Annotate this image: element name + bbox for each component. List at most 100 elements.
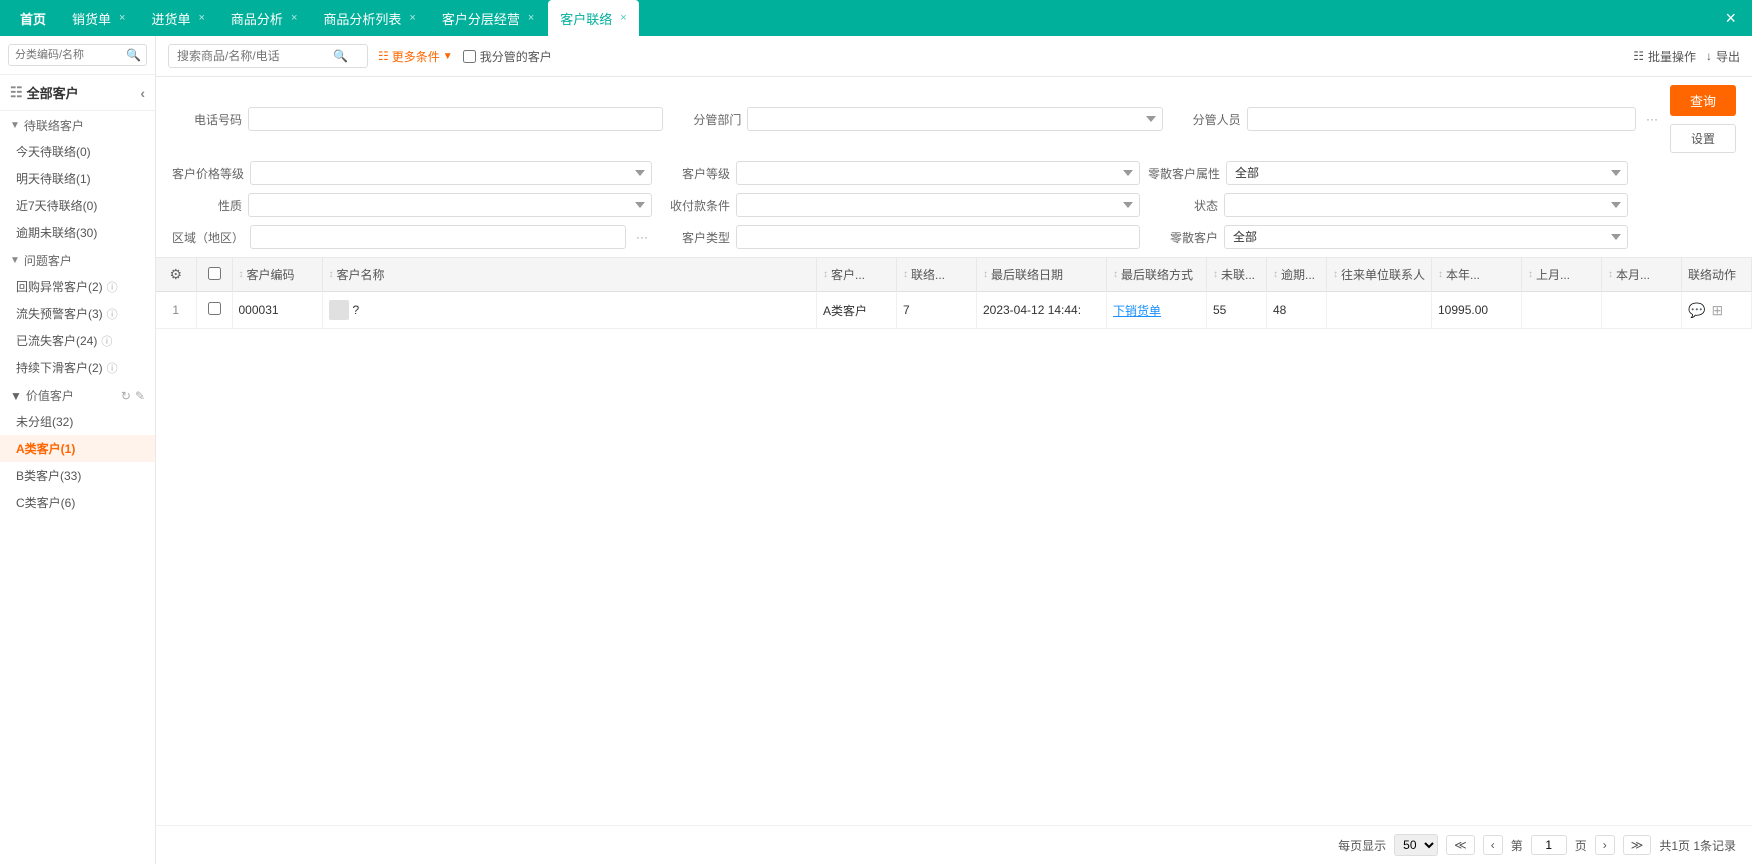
sidebar-value-refresh[interactable]: ↻ [121,389,131,403]
filter-nature-select[interactable] [248,193,652,217]
th-uncontact-sort[interactable]: ↕ [1213,269,1218,280]
sidebar-item-overdue[interactable]: 逾期未联络(30) [0,219,155,246]
filter-region-input[interactable] [250,225,626,249]
filter-mine[interactable]: 我分管的客户 [463,48,552,65]
filter-mine-checkbox[interactable] [463,50,476,63]
sidebar-item-a-class[interactable]: A类客户(1) [0,435,155,462]
sidebar-value-group[interactable]: ▼ 价值客户 ↻ ✎ [0,381,155,408]
settings-btn[interactable]: 设置 [1670,124,1736,153]
filter-nature-label: 性质 [172,197,242,214]
nav-goods-analysis-close[interactable]: × [291,12,297,24]
th-overdue-sort[interactable]: ↕ [1273,269,1278,280]
filter-person-more[interactable]: ··· [1642,108,1662,130]
sidebar-item-tomorrow[interactable]: 明天待联络(1) [0,165,155,192]
sidebar-value-edit[interactable]: ✎ [135,389,145,403]
th-gear[interactable]: ⚙ [156,258,196,292]
th-way: ↕ 最后联络方式 [1106,258,1206,292]
filter-status-select[interactable] [1224,193,1628,217]
row-name[interactable]: ? [322,292,816,329]
row-check[interactable] [208,302,221,315]
filter-customer-type-input[interactable] [736,225,1140,249]
filter-phone-input[interactable] [248,107,663,131]
th-action: 联络动作 [1682,258,1752,292]
info-icon-repurchase[interactable]: ⓘ [107,279,118,295]
filter-region: 区域（地区） ··· [172,225,652,249]
info-icon-lost[interactable]: ⓘ [101,333,112,349]
row-action: 💬 ⊞ [1682,292,1752,329]
row-checkbox[interactable] [196,292,232,329]
sidebar-item-loss-warning[interactable]: 流失预警客户(3) ⓘ [0,300,155,327]
nav-sales[interactable]: 销货单 × [60,0,137,36]
th-name-sort[interactable]: ↕ [329,269,334,280]
nav-goods-list[interactable]: 商品分析列表 × [311,0,427,36]
export-icon: ↓ [1706,49,1712,63]
filter-region-more[interactable]: ··· [632,226,652,248]
sidebar-item-repurchase[interactable]: 回购异常客户(2) ⓘ [0,273,155,300]
nav-purchase[interactable]: 进货单 × [139,0,216,36]
nav-goods-analysis[interactable]: 商品分析 × [219,0,309,36]
nav-purchase-close[interactable]: × [198,12,204,24]
page-input[interactable] [1531,835,1567,855]
nav-customer-layer[interactable]: 客户分层经营 × [430,0,546,36]
th-lastmon-sort[interactable]: ↕ [1528,269,1533,280]
per-page-select[interactable]: 50 [1394,834,1438,856]
th-code-sort[interactable]: ↕ [239,269,244,280]
content-area: 🔍 ☷ 更多条件 ▼ 我分管的客户 ☷ 批量操作 ↓ 导出 [156,36,1752,864]
gear-icon[interactable]: ⚙ [169,266,182,282]
sidebar-collapse-btn[interactable]: ‹ [140,85,145,101]
th-person-sort[interactable]: ↕ [1333,269,1338,280]
batch-ops-btn[interactable]: ☷ 批量操作 [1633,48,1696,65]
filter-row-3: 性质 收付款条件 状态 [172,193,1736,217]
nav-customer-contact[interactable]: 客户联络 × [548,0,638,36]
filter-search-input[interactable] [177,49,327,63]
filter-person-label: 分管人员 [1171,111,1241,128]
th-checkbox[interactable] [196,258,232,292]
pag-next-btn[interactable]: › [1595,835,1615,855]
info-icon-declining[interactable]: ⓘ [107,360,118,376]
nav-goods-list-close[interactable]: × [409,12,415,24]
nav-home[interactable]: 首页 [8,0,58,36]
pag-first-btn[interactable]: ≪ [1446,835,1475,855]
window-close-btn[interactable]: × [1717,8,1744,29]
sidebar-problem-group[interactable]: ▼ 问题客户 [0,246,155,273]
filter-person-input[interactable] [1247,107,1636,131]
filter-retail-attr-select[interactable]: 全部 [1226,161,1628,185]
sidebar-item-b-class[interactable]: B类客户(33) [0,462,155,489]
filter-payment-select[interactable] [736,193,1140,217]
th-lastmon: ↕ 上月... [1522,258,1602,292]
message-icon[interactable]: 💬 [1688,302,1705,319]
export-btn[interactable]: ↓ 导出 [1706,48,1740,65]
row-way[interactable]: 下销货单 [1106,292,1206,329]
sidebar-item-7days[interactable]: 近7天待联络(0) [0,192,155,219]
row-lastmon [1522,292,1602,329]
pag-last-btn[interactable]: ≫ [1623,835,1652,855]
pag-prev-btn[interactable]: ‹ [1483,835,1503,855]
sidebar-waiting-group[interactable]: ▼ 待联络客户 [0,111,155,138]
info-icon-loss-warning[interactable]: ⓘ [107,306,118,322]
filter-dept-select[interactable] [747,107,1162,131]
nav-customer-contact-close[interactable]: × [620,12,626,24]
sidebar-item-lost[interactable]: 已流失客户(24) ⓘ [0,327,155,354]
th-grade-sort[interactable]: ↕ [823,269,828,280]
filter-retail-customer-select[interactable]: 全部 [1224,225,1628,249]
th-curmon-sort[interactable]: ↕ [1608,269,1613,280]
sidebar-value-arrow: ▼ [10,389,22,403]
table-body: 1 000031 ? A类客户 7 2023 [156,292,1752,329]
th-way-sort[interactable]: ↕ [1113,269,1118,280]
sidebar-all-customers[interactable]: ☷ 全部客户 ‹ [0,75,155,111]
nav-sales-close[interactable]: × [119,12,125,24]
th-contact-sort[interactable]: ↕ [903,269,908,280]
th-year-sort[interactable]: ↕ [1438,269,1443,280]
sidebar-item-c-class[interactable]: C类客户(6) [0,489,155,516]
query-btn[interactable]: 查询 [1670,85,1736,116]
sidebar-item-today[interactable]: 今天待联络(0) [0,138,155,165]
sidebar-item-declining[interactable]: 持续下滑客户(2) ⓘ [0,354,155,381]
check-all-checkbox[interactable] [208,267,221,280]
filter-more-btn[interactable]: ☷ 更多条件 ▼ [378,48,453,65]
nav-customer-layer-close[interactable]: × [528,12,534,24]
filter-customer-grade-select[interactable] [736,161,1140,185]
th-date-sort[interactable]: ↕ [983,269,988,280]
qr-icon[interactable]: ⊞ [1711,302,1723,319]
sidebar-item-ungroup[interactable]: 未分组(32) [0,408,155,435]
filter-price-grade-select[interactable] [250,161,652,185]
